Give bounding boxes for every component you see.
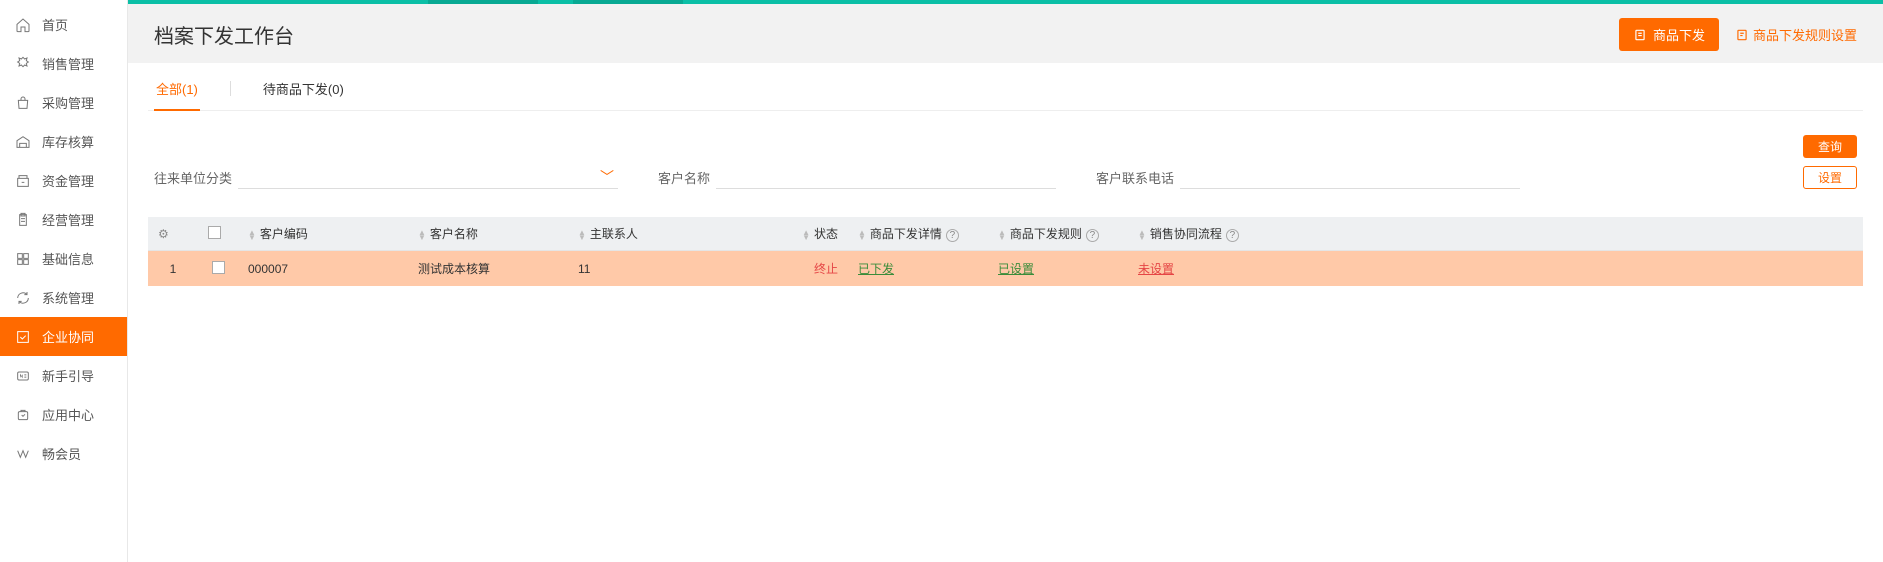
table-row[interactable]: 1 000007 测试成本核算 11 终止 已下发 已设置 未设置 xyxy=(148,251,1863,287)
rule-settings-link[interactable]: 商品下发规则设置 xyxy=(1735,25,1857,44)
filter-custname-input[interactable] xyxy=(716,165,1056,189)
sort-icon[interactable]: ▲▼ xyxy=(578,230,586,240)
warehouse-icon xyxy=(14,133,32,151)
sort-icon[interactable]: ▲▼ xyxy=(858,230,866,240)
rotate-icon xyxy=(14,289,32,307)
sort-icon[interactable]: ▲▼ xyxy=(998,230,1006,240)
cell-detail-link[interactable]: 已下发 xyxy=(858,262,894,276)
col-detail[interactable]: 商品下发详情 xyxy=(870,227,942,241)
grid-icon xyxy=(14,250,32,268)
sidebar-item-finance[interactable]: 资金管理 xyxy=(0,161,127,200)
money-icon xyxy=(14,172,32,190)
rule-settings-link-label: 商品下发规则设置 xyxy=(1753,25,1857,44)
product-issue-button[interactable]: 商品下发 xyxy=(1619,18,1719,51)
filter-phone-label: 客户联系电话 xyxy=(1096,168,1174,187)
chevron-down-icon[interactable]: ﹀ xyxy=(600,167,614,187)
data-table: ⚙ ▲▼ 客户编码 ▲▼ 客户名称 ▲▼ 主联系人 ▲▼ 状态 ▲▼ 商品下发详情? ▲▼… xyxy=(148,217,1863,286)
doc-icon xyxy=(1633,28,1647,42)
page-title: 档案下发工作台 xyxy=(154,20,294,49)
row-checkbox[interactable] xyxy=(212,261,225,274)
cell-status: 终止 xyxy=(728,251,848,287)
sidebar-item-label: 基础信息 xyxy=(42,249,94,268)
sidebar-item-appcenter[interactable]: 应用中心 xyxy=(0,395,127,434)
cell-contact: 11 xyxy=(568,251,728,287)
gear-icon[interactable]: ⚙ xyxy=(158,227,169,241)
col-rule[interactable]: 商品下发规则 xyxy=(1010,227,1082,241)
sort-icon[interactable]: ▲▼ xyxy=(248,230,256,240)
col-contact[interactable]: 主联系人 xyxy=(590,227,638,241)
cell-flow-link[interactable]: 未设置 xyxy=(1138,262,1174,276)
product-issue-button-label: 商品下发 xyxy=(1653,25,1705,44)
col-code[interactable]: 客户编码 xyxy=(260,227,308,241)
cell-name: 测试成本核算 xyxy=(408,251,568,287)
main: 档案下发工作台 商品下发 商品下发规则设置 全部(1) 待商品下发(0) xyxy=(128,0,1883,562)
new-icon xyxy=(14,367,32,385)
sidebar: 首页 销售管理 采购管理 库存核算 资金管理 经营管理 基础信息 系统管理 xyxy=(0,0,128,562)
sidebar-item-system[interactable]: 系统管理 xyxy=(0,278,127,317)
sidebar-item-label: 应用中心 xyxy=(42,405,94,424)
filter-settings-button[interactable]: 设置 xyxy=(1803,166,1857,189)
tab-pending[interactable]: 待商品下发(0) xyxy=(261,63,346,110)
appstore-icon xyxy=(14,406,32,424)
filter-category-select[interactable] xyxy=(238,165,618,189)
sidebar-item-label: 新手引导 xyxy=(42,366,94,385)
sidebar-item-label: 畅会员 xyxy=(42,444,81,463)
sidebar-item-inventory[interactable]: 库存核算 xyxy=(0,122,127,161)
help-icon[interactable]: ? xyxy=(1086,229,1099,242)
sidebar-item-label: 采购管理 xyxy=(42,93,94,112)
help-icon[interactable]: ? xyxy=(946,229,959,242)
sidebar-item-collab[interactable]: 企业协同 xyxy=(0,317,127,356)
sidebar-item-label: 首页 xyxy=(42,15,68,34)
clipboard-icon xyxy=(14,211,32,229)
sidebar-item-sales[interactable]: 销售管理 xyxy=(0,44,127,83)
sidebar-item-label: 经营管理 xyxy=(42,210,94,229)
help-icon[interactable]: ? xyxy=(1226,229,1239,242)
col-flow[interactable]: 销售协同流程 xyxy=(1150,227,1222,241)
sidebar-item-label: 系统管理 xyxy=(42,288,94,307)
filter-custname-label: 客户名称 xyxy=(658,168,710,187)
col-status[interactable]: 状态 xyxy=(814,227,838,241)
badge-icon xyxy=(14,55,32,73)
query-button[interactable]: 查询 xyxy=(1803,135,1857,158)
sidebar-item-label: 资金管理 xyxy=(42,171,94,190)
handshake-icon xyxy=(14,328,32,346)
settings-doc-icon xyxy=(1735,28,1749,42)
select-all-checkbox[interactable] xyxy=(208,226,221,239)
sidebar-item-label: 销售管理 xyxy=(42,54,94,73)
vip-icon xyxy=(14,445,32,463)
sidebar-item-label: 库存核算 xyxy=(42,132,94,151)
tab-all[interactable]: 全部(1) xyxy=(154,63,200,110)
tabs: 全部(1) 待商品下发(0) xyxy=(148,63,1863,111)
filter-bar: 往来单位分类 ﹀ 客户名称 客户联系电话 查询 设置 xyxy=(148,111,1863,217)
sidebar-item-business[interactable]: 经营管理 xyxy=(0,200,127,239)
filter-phone-input[interactable] xyxy=(1180,165,1520,189)
sort-icon[interactable]: ▲▼ xyxy=(1138,230,1146,240)
home-icon xyxy=(14,16,32,34)
bag-icon xyxy=(14,94,32,112)
sort-icon[interactable]: ▲▼ xyxy=(802,230,810,240)
sidebar-item-purchase[interactable]: 采购管理 xyxy=(0,83,127,122)
sidebar-item-baseinfo[interactable]: 基础信息 xyxy=(0,239,127,278)
col-name[interactable]: 客户名称 xyxy=(430,227,478,241)
sidebar-item-label: 企业协同 xyxy=(42,327,94,346)
top-accent-strip xyxy=(128,0,1883,4)
row-index: 1 xyxy=(148,251,198,287)
filter-category-label: 往来单位分类 xyxy=(154,168,232,187)
sidebar-item-guide[interactable]: 新手引导 xyxy=(0,356,127,395)
cell-rule-link[interactable]: 已设置 xyxy=(998,262,1034,276)
cell-code: 000007 xyxy=(238,251,408,287)
tab-divider xyxy=(230,81,231,96)
sidebar-item-vip[interactable]: 畅会员 xyxy=(0,434,127,473)
page-header: 档案下发工作台 商品下发 商品下发规则设置 xyxy=(128,4,1883,63)
sidebar-item-home[interactable]: 首页 xyxy=(0,5,127,44)
sort-icon[interactable]: ▲▼ xyxy=(418,230,426,240)
